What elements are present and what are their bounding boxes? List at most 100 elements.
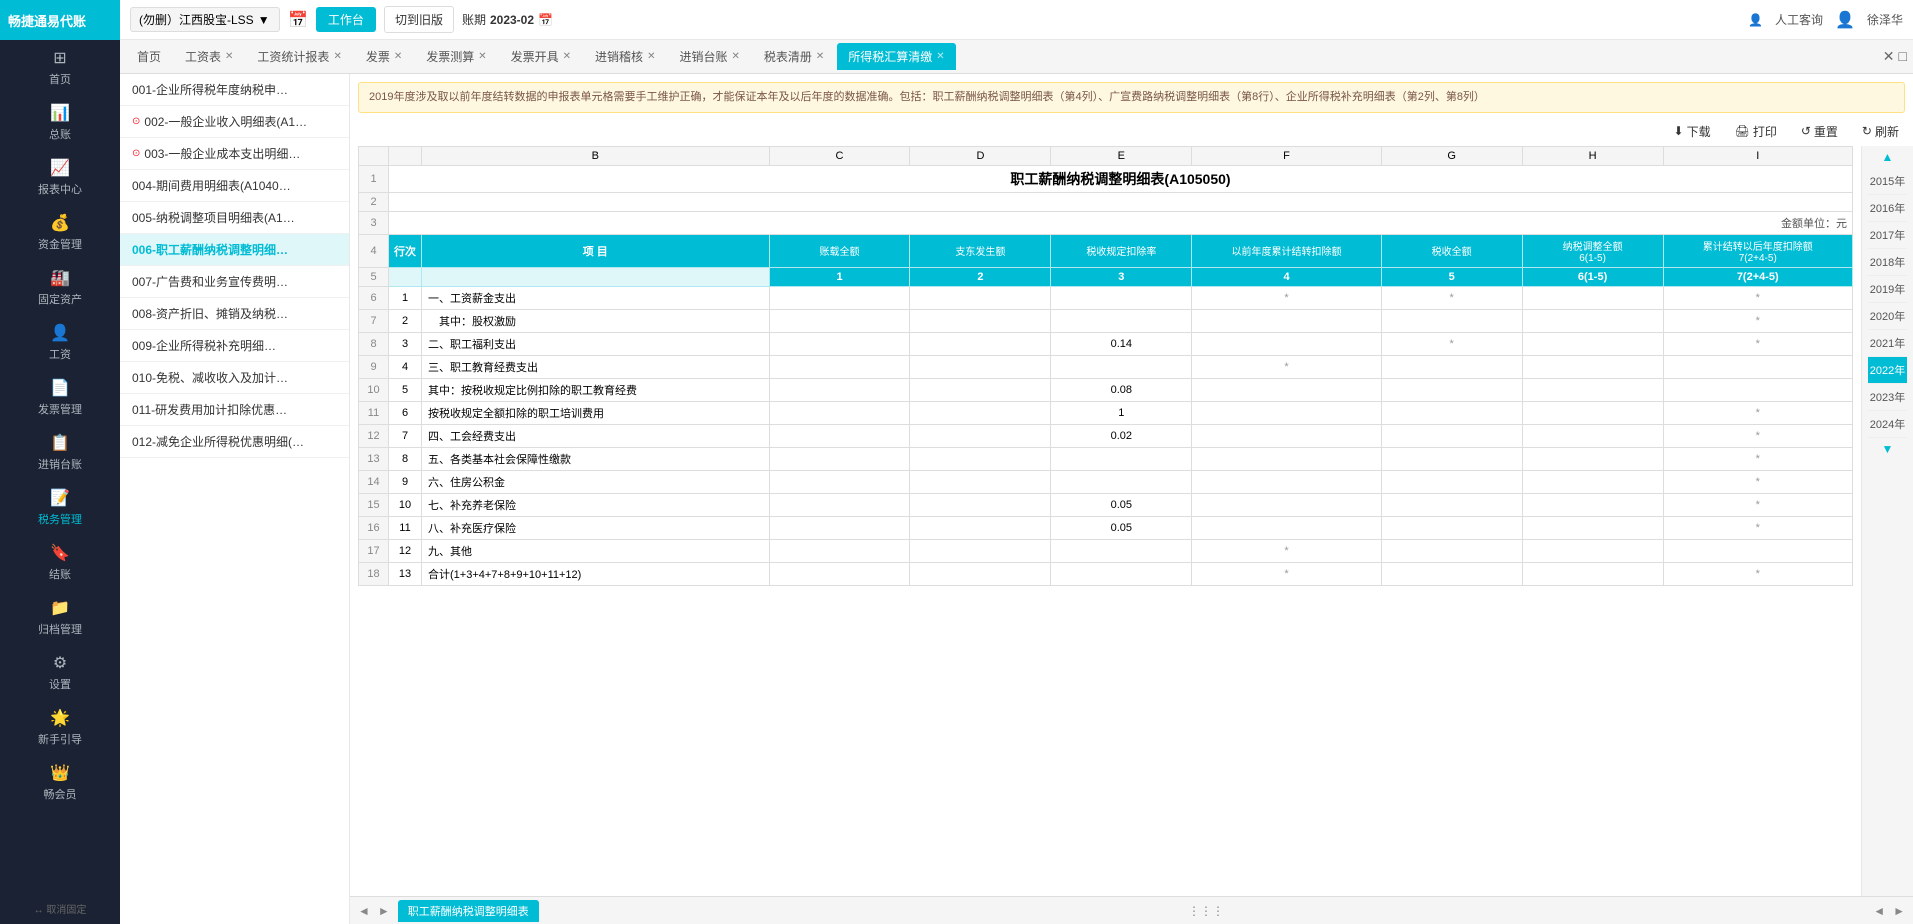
- cell-c3[interactable]: [1051, 562, 1192, 585]
- cell-c4[interactable]: [1192, 332, 1381, 355]
- year-nav-item[interactable]: 2020年: [1868, 303, 1907, 330]
- nav-prev-icon[interactable]: ◄: [358, 904, 370, 918]
- support-label[interactable]: 人工客询: [1775, 11, 1823, 28]
- cell-c3[interactable]: [1051, 355, 1192, 378]
- cell-c1[interactable]: [769, 378, 910, 401]
- tab-close-inout_check[interactable]: ✕: [647, 51, 655, 62]
- cell-c4[interactable]: *: [1192, 286, 1381, 309]
- year-nav-item[interactable]: 2024年: [1868, 411, 1907, 438]
- cell-c3[interactable]: [1051, 286, 1192, 309]
- cell-c2[interactable]: [910, 355, 1051, 378]
- cell-c6[interactable]: [1522, 378, 1663, 401]
- cell-c4[interactable]: *: [1192, 539, 1381, 562]
- year-up-button[interactable]: ▲: [1862, 146, 1913, 168]
- cell-c2[interactable]: [910, 378, 1051, 401]
- cell-c6[interactable]: [1522, 493, 1663, 516]
- reset-button[interactable]: ↺ 重置: [1795, 121, 1844, 142]
- cell-c1[interactable]: [769, 447, 910, 470]
- cell-c4[interactable]: [1192, 424, 1381, 447]
- cell-c3[interactable]: [1051, 447, 1192, 470]
- panel-item-009[interactable]: 009-企业所得税补充明细…: [120, 330, 349, 362]
- sidebar-item-accounting[interactable]: 🔖结账: [0, 535, 120, 590]
- workspace-button[interactable]: 工作台: [316, 7, 376, 32]
- panel-item-003[interactable]: ⊙003-一般企业成本支出明细…: [120, 138, 349, 170]
- sidebar-item-vip[interactable]: 👑畅会员: [0, 755, 120, 810]
- cell-c2[interactable]: [910, 493, 1051, 516]
- tab-inout_ledger[interactable]: 进销台账✕: [668, 43, 750, 70]
- sheet-tab[interactable]: 职工薪酬纳税调整明细表: [398, 900, 539, 922]
- tab-home[interactable]: 首页: [126, 43, 172, 70]
- cell-c6[interactable]: [1522, 562, 1663, 585]
- cell-c1[interactable]: [769, 355, 910, 378]
- cell-c7[interactable]: *: [1663, 447, 1852, 470]
- cell-c2[interactable]: [910, 309, 1051, 332]
- cell-c2[interactable]: [910, 424, 1051, 447]
- sidebar-item-inout[interactable]: 📋进销台账: [0, 425, 120, 480]
- cell-c5[interactable]: [1381, 539, 1522, 562]
- sidebar-item-fixed_asset[interactable]: 🏭固定资产: [0, 260, 120, 315]
- cell-c3[interactable]: 0.05: [1051, 516, 1192, 539]
- cell-c5[interactable]: [1381, 447, 1522, 470]
- cell-c2[interactable]: [910, 516, 1051, 539]
- maximize-icon[interactable]: □: [1899, 48, 1907, 65]
- cell-c2[interactable]: [910, 401, 1051, 424]
- cell-c7[interactable]: *: [1663, 516, 1852, 539]
- cell-c7[interactable]: [1663, 539, 1852, 562]
- cell-c5[interactable]: [1381, 562, 1522, 585]
- cell-c3[interactable]: [1051, 539, 1192, 562]
- cell-c3[interactable]: 0.08: [1051, 378, 1192, 401]
- cell-c2[interactable]: [910, 539, 1051, 562]
- tab-salary[interactable]: 工资表✕: [174, 43, 244, 70]
- cell-c5[interactable]: [1381, 516, 1522, 539]
- tab-close-inout_ledger[interactable]: ✕: [731, 51, 739, 62]
- user-label[interactable]: 徐泽华: [1867, 11, 1903, 28]
- cell-c3[interactable]: [1051, 470, 1192, 493]
- sidebar-item-home[interactable]: ⊞首页: [0, 40, 120, 95]
- cell-c3[interactable]: 0.05: [1051, 493, 1192, 516]
- cell-c1[interactable]: [769, 516, 910, 539]
- cell-c6[interactable]: [1522, 309, 1663, 332]
- scroll-left-icon[interactable]: ◄: [1873, 904, 1885, 918]
- cell-c5[interactable]: [1381, 401, 1522, 424]
- cell-c2[interactable]: [910, 332, 1051, 355]
- cell-c6[interactable]: [1522, 401, 1663, 424]
- sidebar-item-invoice_mgr[interactable]: 📄发票管理: [0, 370, 120, 425]
- cell-c4[interactable]: [1192, 401, 1381, 424]
- year-nav-item[interactable]: 2023年: [1868, 384, 1907, 411]
- cell-c4[interactable]: *: [1192, 562, 1381, 585]
- panel-item-004[interactable]: 004-期间费用明细表(A1040…: [120, 170, 349, 202]
- company-selector[interactable]: (勿删）江西股宝-LSS ▼: [130, 7, 280, 32]
- tab-salary_report[interactable]: 工资统计报表✕: [246, 43, 352, 70]
- sidebar-item-archive[interactable]: 📁归档管理: [0, 590, 120, 645]
- download-button[interactable]: ⬇ 下载: [1668, 121, 1717, 142]
- cell-c5[interactable]: *: [1381, 286, 1522, 309]
- switch-version-button[interactable]: 切到旧版: [384, 6, 454, 33]
- cell-c2[interactable]: [910, 286, 1051, 309]
- cell-c6[interactable]: [1522, 516, 1663, 539]
- tab-close-income_tax[interactable]: ✕: [936, 51, 944, 62]
- tab-close-salary[interactable]: ✕: [225, 51, 233, 62]
- cell-c2[interactable]: [910, 447, 1051, 470]
- cell-c7[interactable]: *: [1663, 424, 1852, 447]
- cell-c1[interactable]: [769, 309, 910, 332]
- cell-c6[interactable]: [1522, 447, 1663, 470]
- cell-c1[interactable]: [769, 424, 910, 447]
- sidebar-item-capital[interactable]: 💰资金管理: [0, 205, 120, 260]
- tab-invoice[interactable]: 发票✕: [355, 43, 413, 70]
- cell-c4[interactable]: [1192, 516, 1381, 539]
- sidebar-item-ledger[interactable]: 📊总账: [0, 95, 120, 150]
- cell-c3[interactable]: 0.02: [1051, 424, 1192, 447]
- refresh-button[interactable]: ↻ 刷新: [1856, 121, 1905, 142]
- sidebar-item-tax[interactable]: 📝税务管理: [0, 480, 120, 535]
- print-button[interactable]: 🖨 打印: [1729, 121, 1783, 142]
- tab-income_tax[interactable]: 所得税汇算清缴✕: [837, 43, 955, 70]
- nav-next-icon[interactable]: ►: [378, 904, 390, 918]
- panel-item-006[interactable]: 006-职工薪酬纳税调整明细…: [120, 234, 349, 266]
- year-nav-item[interactable]: 2015年: [1868, 168, 1907, 195]
- year-nav-item[interactable]: 2022年: [1868, 357, 1907, 384]
- cell-c4[interactable]: [1192, 309, 1381, 332]
- cell-c4[interactable]: [1192, 470, 1381, 493]
- panel-item-012[interactable]: 012-减免企业所得税优惠明细(…: [120, 426, 349, 458]
- cell-c7[interactable]: *: [1663, 309, 1852, 332]
- tab-close-invoice_calc[interactable]: ✕: [478, 51, 486, 62]
